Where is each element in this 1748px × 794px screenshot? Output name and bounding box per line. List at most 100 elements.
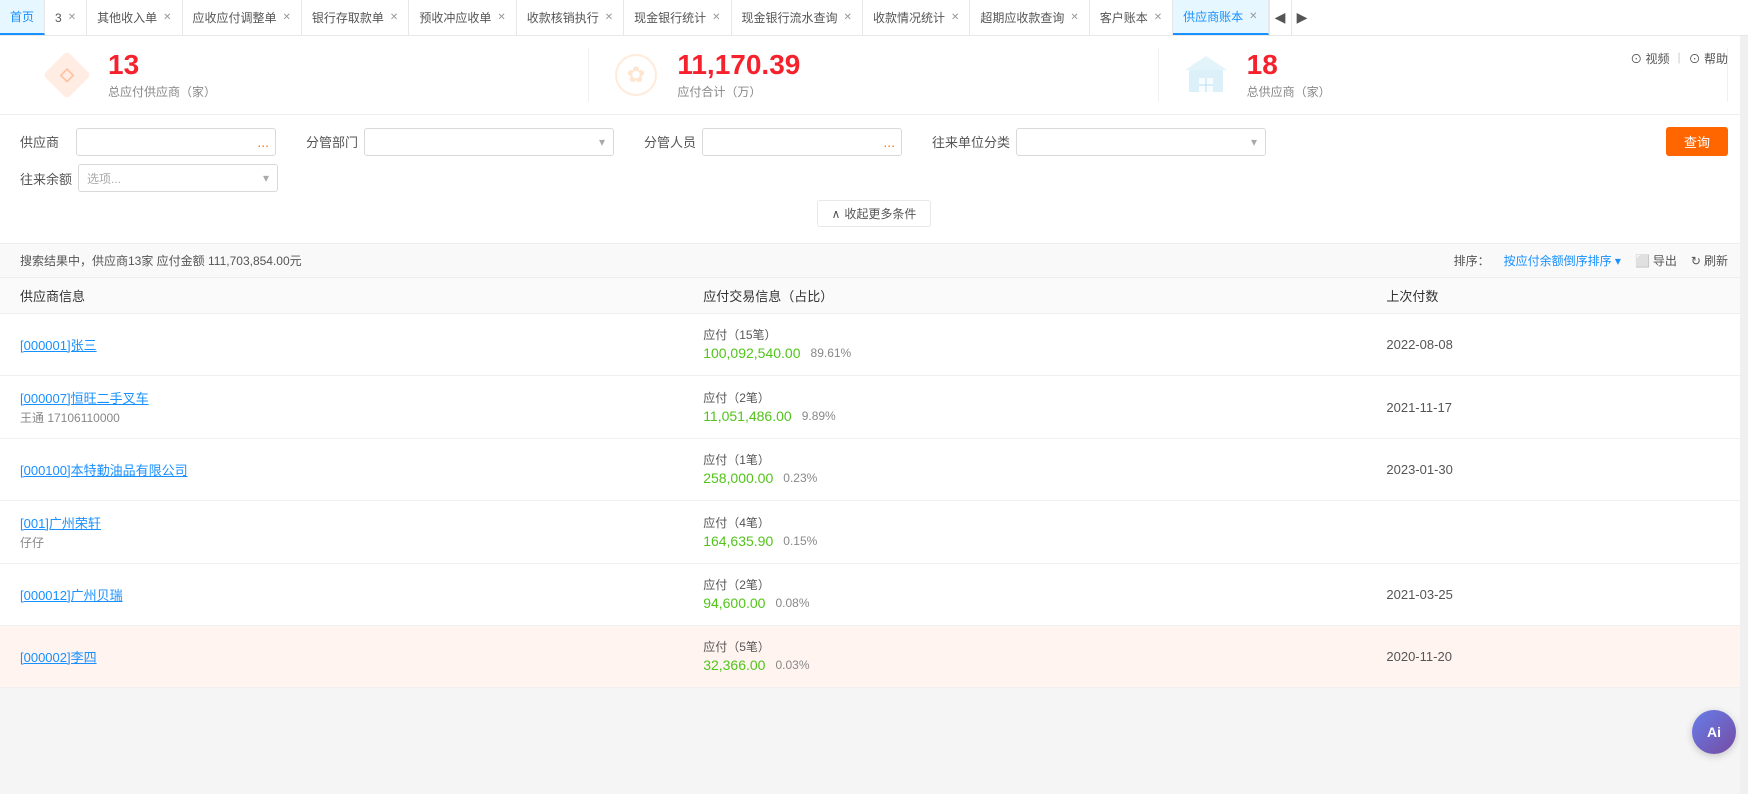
result-bar: 搜索结果中，供应商13家 应付金额 111,703,854.00元 排序： 按应… xyxy=(0,244,1748,278)
close-icon[interactable]: ✕ xyxy=(283,12,291,23)
nav-tab-customer[interactable]: 客户账本 ✕ xyxy=(1090,0,1173,35)
close-icon[interactable]: ✕ xyxy=(390,12,398,23)
scrollbar[interactable] xyxy=(1740,36,1748,794)
summary-payable-total: ✿ 11,170.39 应付合计（万） xyxy=(589,48,1158,102)
supplier-link-2[interactable]: [000007]恒旺二手叉车 xyxy=(20,391,149,406)
last-pay-date-1: 2022-08-08 xyxy=(1386,337,1453,352)
last-pay-3: 2023-01-30 xyxy=(1386,462,1728,477)
tx-pct-6: 0.03% xyxy=(775,658,809,672)
category-label: 往来单位分类 xyxy=(932,132,1010,151)
svg-text:◇: ◇ xyxy=(59,64,75,84)
filter-row-2: 往来余额 选项... ▾ xyxy=(20,164,1728,192)
help-link[interactable]: ⊙ 帮助 xyxy=(1689,50,1728,67)
summary-payable-suppliers: ◇ 13 总应付供应商（家） xyxy=(20,48,589,102)
collapse-row: ∧ 收起更多条件 xyxy=(20,200,1728,235)
nav-tab-3[interactable]: 3 ✕ xyxy=(45,0,87,35)
supplier-link-6[interactable]: [000002]李四 xyxy=(20,650,97,665)
close-icon[interactable]: ✕ xyxy=(712,12,720,23)
export-icon: ⬜ xyxy=(1635,254,1650,268)
nav-tab-supplier[interactable]: 供应商账本 ✕ xyxy=(1173,0,1268,35)
category-select[interactable]: ▾ xyxy=(1016,128,1266,156)
nav-tab-flow-label: 现金银行流水查询 xyxy=(742,9,838,26)
filter-person: 分管人员 ... xyxy=(644,128,902,156)
close-icon[interactable]: ✕ xyxy=(163,12,171,23)
summary-label-3: 总供应商（家） xyxy=(1247,83,1331,100)
supplier-info-3: [000100]本特勤油品有限公司 xyxy=(20,460,703,479)
nav-prev-button[interactable]: ◀ xyxy=(1269,0,1291,35)
refresh-button[interactable]: ↻ 刷新 xyxy=(1691,252,1728,269)
balance-label: 往来余额 xyxy=(20,169,72,188)
supplier-info-4: [001]广州荣轩 仔仔 xyxy=(20,513,703,551)
table-row: [000007]恒旺二手叉车 王通 17106110000 应付（2笔） 11,… xyxy=(0,376,1748,439)
nav-next-button[interactable]: ▶ xyxy=(1291,0,1313,35)
filter-balance: 往来余额 选项... ▾ xyxy=(20,164,278,192)
nav-tab-adjustment[interactable]: 应收应付调整单 ✕ xyxy=(183,0,302,35)
transaction-info-1: 应付（15笔） 100,092,540.00 89.61% xyxy=(703,326,1386,363)
table-header: 供应商信息 应付交易信息（占比） 上次付数 xyxy=(0,278,1748,314)
table-row: [000100]本特勤油品有限公司 应付（1笔） 258,000.00 0.23… xyxy=(0,439,1748,501)
nav-tab-home[interactable]: 首页 xyxy=(0,0,45,35)
close-icon[interactable]: ✕ xyxy=(68,12,76,23)
dept-select[interactable]: ▾ xyxy=(364,128,614,156)
export-button[interactable]: ⬜ 导出 xyxy=(1635,252,1677,269)
nav-tab-other-income[interactable]: 其他收入单 ✕ xyxy=(87,0,182,35)
search-button[interactable]: 查询 xyxy=(1666,127,1728,156)
nav-tab-prepay[interactable]: 预收冲应收单 ✕ xyxy=(409,0,516,35)
nav-tab-cash-bank-label: 现金银行统计 xyxy=(634,9,706,26)
close-icon[interactable]: ✕ xyxy=(844,12,852,23)
tx-amount-5: 94,600.00 xyxy=(703,595,765,611)
balance-dropdown-icon: ▾ xyxy=(263,171,269,185)
nav-tab-flow[interactable]: 现金银行流水查询 ✕ xyxy=(732,0,863,35)
person-label: 分管人员 xyxy=(644,132,696,151)
supplier-info-2: [000007]恒旺二手叉车 王通 17106110000 xyxy=(20,388,703,426)
ai-label: Ai xyxy=(1707,724,1721,740)
supplier-link-1[interactable]: [000001]张三 xyxy=(20,338,97,353)
supplier-link-3[interactable]: [000100]本特勤油品有限公司 xyxy=(20,463,188,478)
nav-tab-cash-bank[interactable]: 现金银行统计 ✕ xyxy=(624,0,731,35)
nav-tab-collection[interactable]: 收款核销执行 ✕ xyxy=(517,0,624,35)
nav-tab-prepay-label: 预收冲应收单 xyxy=(419,9,491,26)
close-icon[interactable]: ✕ xyxy=(605,12,613,23)
tx-pct-2: 9.89% xyxy=(802,409,836,423)
supplier-info-5: [000012]广州贝瑞 xyxy=(20,585,703,604)
last-pay-date-5: 2021-03-25 xyxy=(1386,587,1453,602)
person-input[interactable]: ... xyxy=(702,128,902,156)
refresh-icon: ↻ xyxy=(1691,254,1701,268)
nav-tab-collection-stat[interactable]: 收款情况统计 ✕ xyxy=(863,0,970,35)
close-icon[interactable]: ✕ xyxy=(1154,12,1162,23)
nav-tab-overdue-label: 超期应收款查询 xyxy=(980,9,1064,26)
supplier-link-5[interactable]: [000012]广州贝瑞 xyxy=(20,588,123,603)
transaction-info-2: 应付（2笔） 11,051,486.00 9.89% xyxy=(703,389,1386,426)
supplier-ellipsis-icon[interactable]: ... xyxy=(257,134,269,150)
nav-tab-bank[interactable]: 银行存取款单 ✕ xyxy=(302,0,409,35)
supplier-info-6: [000002]李四 xyxy=(20,647,703,666)
nav-tab-home-label: 首页 xyxy=(10,8,34,25)
close-icon[interactable]: ✕ xyxy=(1249,11,1257,22)
collapse-button[interactable]: ∧ 收起更多条件 xyxy=(817,200,932,227)
col-header-transaction: 应付交易信息（占比） xyxy=(703,286,1386,305)
balance-select[interactable]: 选项... ▾ xyxy=(78,164,278,192)
top-navigation: 首页 3 ✕ 其他收入单 ✕ 应收应付调整单 ✕ 银行存取款单 ✕ 预收冲应收单… xyxy=(0,0,1748,36)
col-header-supplier: 供应商信息 xyxy=(20,286,703,305)
ai-button[interactable]: Ai xyxy=(1692,710,1736,754)
balance-select-placeholder: 选项... xyxy=(87,170,121,187)
filter-area: 供应商 ... 分管部门 ▾ 分管人员 ... 往来单位分类 ▾ xyxy=(0,115,1748,244)
supplier-link-4[interactable]: [001]广州荣轩 xyxy=(20,516,101,531)
person-ellipsis-icon[interactable]: ... xyxy=(883,134,895,150)
filter-category: 往来单位分类 ▾ xyxy=(932,128,1266,156)
video-link[interactable]: ⊙ 视频 xyxy=(1630,50,1669,67)
filter-dept: 分管部门 ▾ xyxy=(306,128,614,156)
sort-value[interactable]: 按应付余额倒序排序 ▾ xyxy=(1504,252,1621,269)
summary-number-1: 13 xyxy=(108,51,216,79)
supplier-input[interactable]: ... xyxy=(76,128,276,156)
result-text: 搜索结果中，供应商13家 应付金额 111,703,854.00元 xyxy=(20,252,302,269)
close-icon[interactable]: ✕ xyxy=(497,12,505,23)
transaction-info-5: 应付（2笔） 94,600.00 0.08% xyxy=(703,576,1386,613)
last-pay-date-2: 2021-11-17 xyxy=(1386,400,1452,415)
nav-tab-overdue[interactable]: 超期应收款查询 ✕ xyxy=(970,0,1089,35)
tx-amount-4: 164,635.90 xyxy=(703,533,773,549)
table-row: [000012]广州贝瑞 应付（2笔） 94,600.00 0.08% 2021… xyxy=(0,564,1748,626)
close-icon[interactable]: ✕ xyxy=(951,12,959,23)
close-icon[interactable]: ✕ xyxy=(1070,12,1078,23)
nav-tab-collection-label: 收款核销执行 xyxy=(527,9,599,26)
